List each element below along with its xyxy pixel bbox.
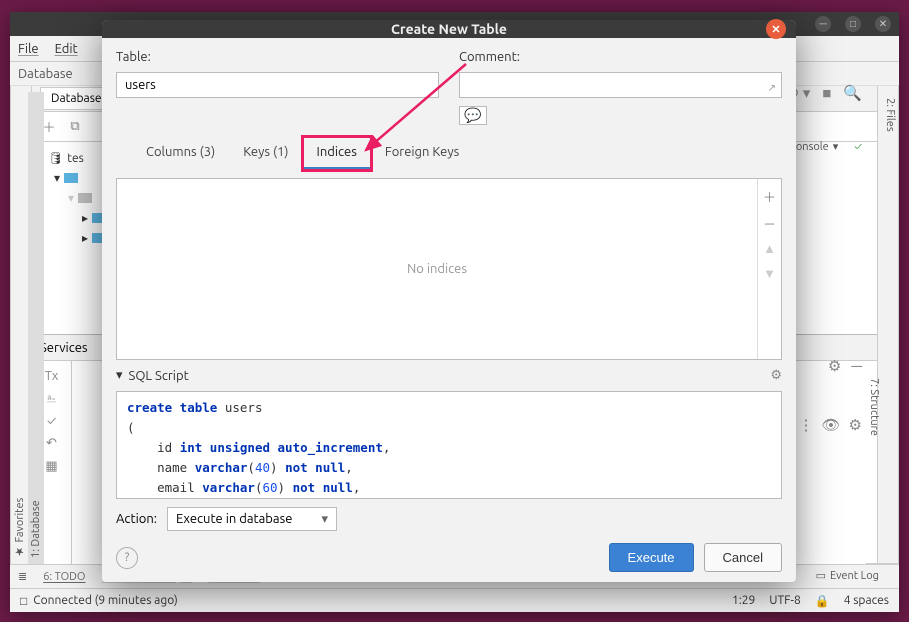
tab-columns[interactable]: Columns (3) bbox=[132, 137, 229, 170]
add-icon[interactable]: ＋ bbox=[763, 187, 776, 206]
event-log-label: Event Log bbox=[830, 570, 879, 582]
indent-icon[interactable]: ≣ bbox=[18, 570, 27, 583]
action-select-value: Execute in database bbox=[176, 512, 292, 526]
hint-button[interactable]: 💬 bbox=[459, 106, 487, 125]
indices-empty-label: No indices bbox=[117, 179, 757, 359]
gear-icon[interactable]: ⚙ bbox=[770, 368, 782, 383]
indices-panel: No indices ＋ ─ ▲ ▼ bbox=[116, 178, 782, 360]
chevron-down-icon: ▾ bbox=[116, 368, 123, 383]
right-tool-gutter: 2: Files 7: Structure bbox=[877, 86, 899, 564]
tree-node-label: tes bbox=[67, 152, 84, 165]
dots-icon[interactable]: ⋮ bbox=[799, 416, 814, 434]
menu-edit[interactable]: Edit bbox=[55, 42, 78, 56]
ide-statusbar: □ Connected (9 minutes ago) 1:29 UTF-8 🔒… bbox=[10, 588, 899, 612]
chevron-down-icon: ▾ bbox=[833, 140, 839, 153]
lock-icon[interactable]: 🔒 bbox=[815, 594, 830, 608]
chevron-down-icon: ▾ bbox=[68, 191, 74, 205]
comment-label: Comment: bbox=[459, 50, 782, 64]
search-icon[interactable]: 🔍 bbox=[843, 84, 862, 102]
services-right-toolbar: ⚙ ─ bbox=[828, 357, 862, 375]
encoding-label[interactable]: UTF-8 bbox=[769, 594, 800, 607]
move-up-icon[interactable]: ▲ bbox=[763, 241, 776, 256]
chevron-right-icon: ▸ bbox=[82, 211, 88, 225]
undo-icon[interactable]: ↶ bbox=[46, 436, 57, 451]
move-down-icon[interactable]: ▼ bbox=[763, 266, 776, 281]
table-name-label: Table: bbox=[116, 50, 439, 64]
database-tool[interactable]: 1: Database bbox=[28, 92, 44, 564]
log-icon: ▭ bbox=[816, 569, 826, 582]
services-label: Services bbox=[40, 341, 88, 355]
comment-input[interactable] bbox=[459, 72, 782, 98]
expand-icon[interactable]: ↗ bbox=[768, 82, 776, 94]
indent-label[interactable]: 4 spaces bbox=[844, 594, 889, 607]
db-panel-tab-label: Database bbox=[51, 92, 102, 105]
dialog-title: Create New Table bbox=[391, 21, 507, 37]
filter-icon[interactable]: ⎁ bbox=[46, 391, 56, 406]
help-button[interactable]: ? bbox=[116, 547, 138, 569]
stop-icon[interactable]: ■ bbox=[822, 84, 831, 102]
action-label: Action: bbox=[116, 512, 157, 526]
menu-file[interactable]: File bbox=[18, 42, 39, 56]
table-name-input[interactable] bbox=[116, 72, 439, 98]
dialog-titlebar: Create New Table ✕ bbox=[102, 20, 796, 38]
copy-icon[interactable]: ⧉ bbox=[66, 119, 84, 134]
action-select[interactable]: Execute in database bbox=[167, 507, 337, 531]
sql-section-header[interactable]: ▾ SQL Script ⚙ bbox=[116, 368, 782, 383]
sql-script-viewer[interactable]: create table users( id int unsigned auto… bbox=[116, 391, 782, 499]
chevron-right-icon: ▸ bbox=[82, 231, 88, 245]
dialog-close-button[interactable]: ✕ bbox=[766, 19, 786, 39]
status-icon: □ bbox=[20, 594, 27, 608]
remove-icon[interactable]: ─ bbox=[765, 216, 774, 231]
gear-icon[interactable]: ⚙ bbox=[828, 357, 841, 375]
favorites-tool[interactable]: ★ Favorites bbox=[11, 92, 28, 564]
cursor-position: 1:29 bbox=[732, 594, 755, 607]
cancel-button[interactable]: Cancel bbox=[704, 543, 782, 572]
folder-icon bbox=[78, 193, 92, 203]
footer-tab-todo[interactable]: 6: TODO bbox=[43, 571, 85, 583]
database-icon: 🛢 bbox=[48, 151, 63, 165]
tx-label: Tx bbox=[45, 369, 59, 383]
folder-icon bbox=[64, 173, 78, 183]
grid-icon[interactable]: ▦ bbox=[45, 459, 57, 474]
tab-keys[interactable]: Keys (1) bbox=[229, 137, 302, 170]
structure-tool[interactable]: 7: Structure bbox=[866, 372, 882, 564]
event-log-button[interactable]: ▭ Event Log bbox=[816, 569, 879, 582]
tab-foreign-keys[interactable]: Foreign Keys bbox=[371, 137, 473, 170]
execute-button[interactable]: Execute bbox=[609, 543, 694, 572]
sql-section-label: SQL Script bbox=[129, 369, 189, 383]
console-label: console bbox=[791, 141, 829, 153]
top-right-toolbar: ↻ ▾ ■ 🔍 bbox=[787, 84, 862, 102]
left-tool-gutter: ★ Favorites 1: Database bbox=[10, 86, 32, 564]
minimize-icon[interactable]: ─ bbox=[815, 16, 831, 32]
eye-icon[interactable]: 👁 bbox=[822, 416, 841, 434]
status-connected: Connected (9 minutes ago) bbox=[33, 594, 178, 607]
gear-icon[interactable]: ⚙ bbox=[849, 416, 862, 434]
minimize-icon[interactable]: ─ bbox=[851, 357, 862, 375]
dialog-tabs: Columns (3) Keys (1) Indices Foreign Key… bbox=[116, 137, 782, 170]
files-tool[interactable]: 2: Files bbox=[882, 92, 898, 564]
maximize-icon[interactable]: □ bbox=[845, 16, 861, 32]
create-table-dialog: Create New Table ✕ Table: Comment: bbox=[102, 20, 796, 582]
indices-controls: ＋ ─ ▲ ▼ bbox=[757, 179, 781, 359]
window-close-icon[interactable]: ✕ bbox=[875, 16, 891, 32]
breadcrumb-item[interactable]: Database bbox=[18, 67, 73, 81]
check-icon: ✓ bbox=[854, 141, 862, 153]
tab-indices[interactable]: Indices bbox=[303, 137, 371, 170]
chevron-down-icon: ▾ bbox=[54, 171, 60, 185]
check-icon[interactable]: ✓ bbox=[47, 414, 56, 428]
